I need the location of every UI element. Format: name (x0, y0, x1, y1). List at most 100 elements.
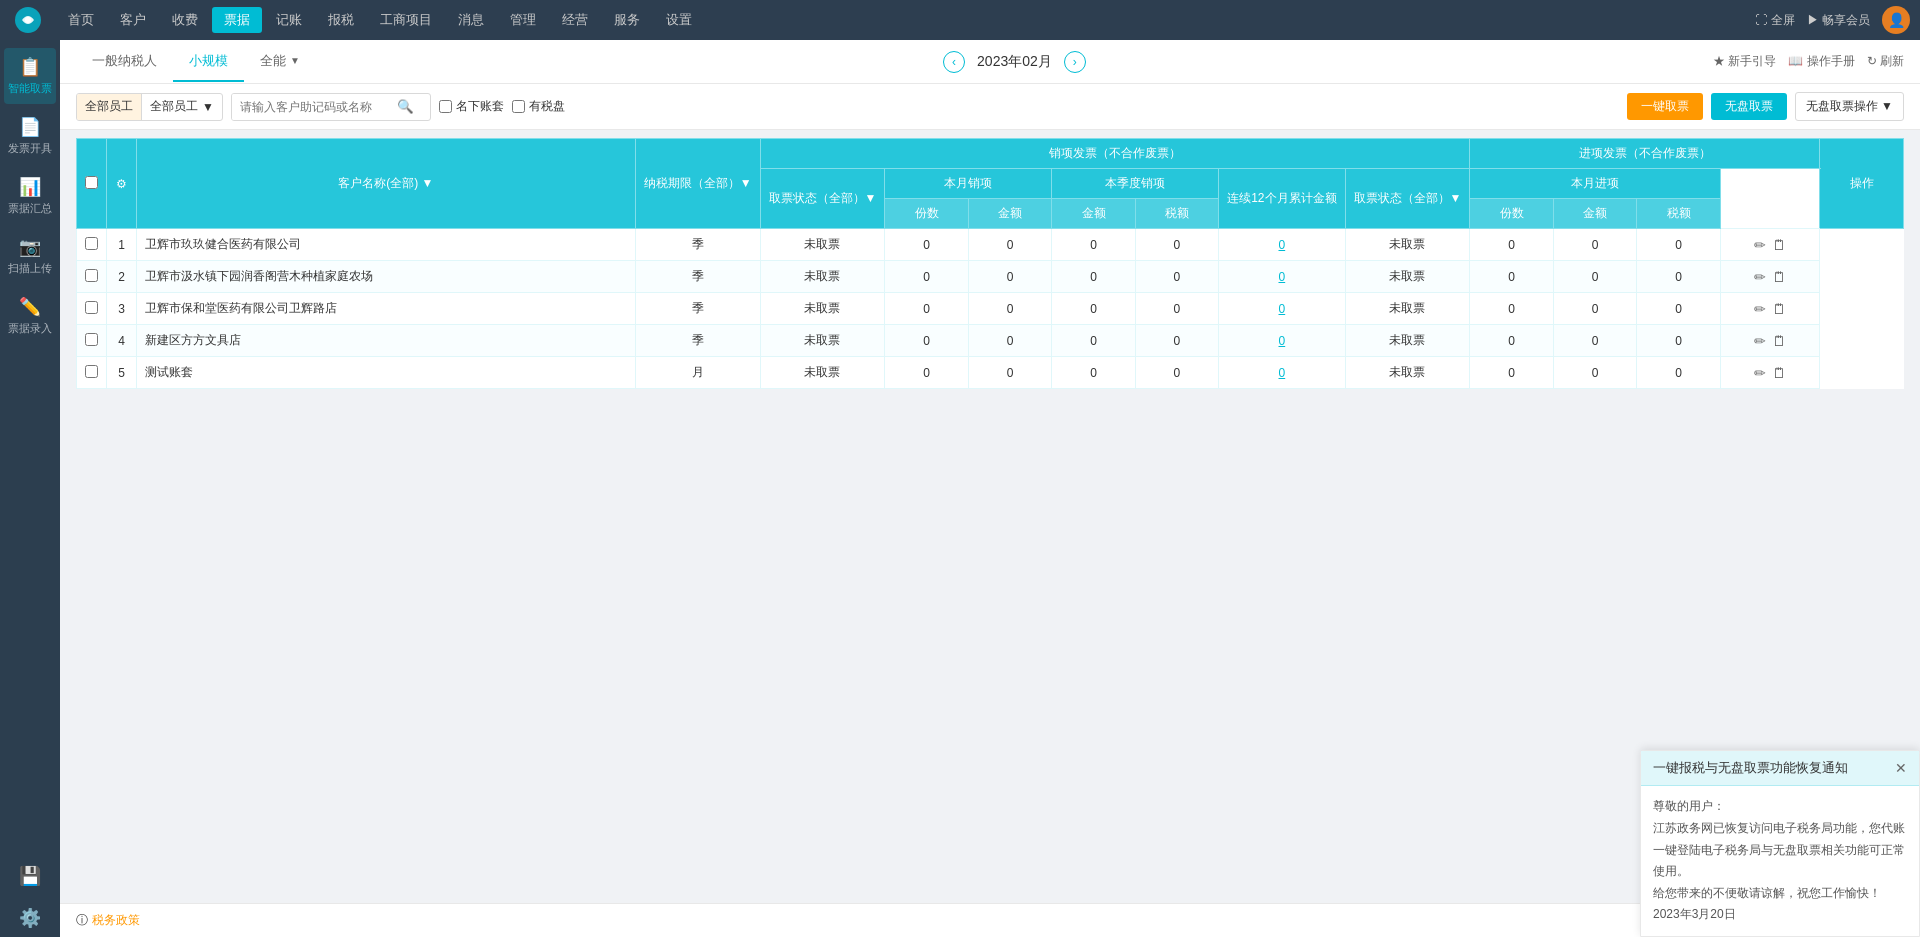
sub-nav-center: ‹ 2023年02月 › (316, 51, 1713, 73)
my-accounts-checkbox-label[interactable]: 名下账套 (439, 98, 504, 115)
nav-business[interactable]: 工商项目 (368, 7, 444, 33)
sidebar-item-scan-upload[interactable]: 📷 扫描上传 (4, 228, 56, 284)
col-purchase-month: 本月进项 (1470, 169, 1720, 199)
employee-select[interactable]: 全部员工 全部员工 ▼ (76, 93, 223, 121)
tax-disk-checkbox-label[interactable]: 有税盘 (512, 98, 565, 115)
nav-account[interactable]: 记账 (264, 7, 314, 33)
my-accounts-checkbox[interactable] (439, 100, 452, 113)
notification-close-btn[interactable]: ✕ (1895, 760, 1907, 776)
refresh-btn[interactable]: ↻ 刷新 (1867, 53, 1904, 70)
row-sales-status: 未取票 (760, 357, 885, 389)
detail-icon[interactable]: 🗒 (1772, 365, 1786, 381)
period-prev-btn[interactable]: ‹ (943, 51, 965, 73)
tax-disk-checkbox[interactable] (512, 100, 525, 113)
edit-icon[interactable]: ✏ (1754, 333, 1766, 349)
cumulative-link[interactable]: 0 (1279, 238, 1286, 252)
sidebar-item-label-invoice-open: 发票开具 (8, 141, 52, 156)
select-all-checkbox[interactable] (85, 176, 98, 189)
manual-btn[interactable]: 📖 操作手册 (1788, 53, 1854, 70)
new-guide-btn[interactable]: ★ 新手引导 (1713, 53, 1776, 70)
cumulative-link[interactable]: 0 (1279, 270, 1286, 284)
detail-icon[interactable]: 🗒 (1772, 301, 1786, 317)
sub-nav-right: ★ 新手引导 📖 操作手册 ↻ 刷新 (1713, 53, 1904, 70)
row-sales-status: 未取票 (760, 229, 885, 261)
detail-icon[interactable]: 🗒 (1772, 269, 1786, 285)
tab-small-scale[interactable]: 小规模 (173, 42, 244, 82)
one-click-ticket-btn[interactable]: 一键取票 (1627, 93, 1703, 120)
row-actions: ✏ 🗒 (1720, 357, 1820, 389)
nav-fee[interactable]: 收费 (160, 7, 210, 33)
period-label: 2023年02月 (977, 53, 1052, 71)
my-accounts-label: 名下账套 (456, 98, 504, 115)
row-customer-name: 卫辉市保和堂医药有限公司卫辉路店 (137, 293, 636, 325)
row-checkbox-cell (77, 325, 107, 357)
col-sales-month-amount: 金额 (968, 199, 1051, 229)
row-period: 月 (635, 357, 760, 389)
cumulative-link[interactable]: 0 (1279, 366, 1286, 380)
tab-all[interactable]: 全能 ▼ (244, 42, 316, 82)
sidebar-item-smart-ticket[interactable]: 📋 智能取票 (4, 48, 56, 104)
col-sales-quarter: 本季度销项 (1052, 169, 1219, 199)
member-btn[interactable]: ▶ 畅享会员 (1807, 12, 1870, 29)
diskless-more-btn[interactable]: 无盘取票操作 ▼ (1795, 92, 1904, 121)
nav-tax[interactable]: 报税 (316, 7, 366, 33)
row-customer-name: 测试账套 (137, 357, 636, 389)
detail-icon[interactable]: 🗒 (1772, 333, 1786, 349)
nav-message[interactable]: 消息 (446, 7, 496, 33)
row-sales-month-amount: 0 (968, 261, 1051, 293)
period-next-btn[interactable]: › (1064, 51, 1086, 73)
row-period: 季 (635, 293, 760, 325)
sidebar-item-label-invoice-summary: 票据汇总 (8, 201, 52, 216)
cumulative-link[interactable]: 0 (1279, 302, 1286, 316)
cumulative-link[interactable]: 0 (1279, 334, 1286, 348)
row-checkbox[interactable] (85, 365, 98, 378)
notification-header: 一键报税与无盘取票功能恢复通知 ✕ (1641, 751, 1919, 786)
sidebar-item-invoice-entry[interactable]: ✏️ 票据录入 (4, 288, 56, 344)
row-index: 4 (107, 325, 137, 357)
tax-disk-label: 有税盘 (529, 98, 565, 115)
diskless-ticket-btn[interactable]: 无盘取票 (1711, 93, 1787, 120)
nav-manage[interactable]: 管理 (498, 7, 548, 33)
row-checkbox[interactable] (85, 333, 98, 346)
tab-general-taxpayer[interactable]: 一般纳税人 (76, 42, 173, 82)
edit-icon[interactable]: ✏ (1754, 269, 1766, 285)
nav-service[interactable]: 服务 (602, 7, 652, 33)
nav-operation[interactable]: 经营 (550, 7, 600, 33)
settings-icon[interactable]: ⚙ (116, 177, 127, 191)
col-actions: 操作 (1820, 139, 1904, 229)
row-checkbox-cell (77, 357, 107, 389)
row-purchase-month-tax: 0 (1637, 325, 1720, 357)
period-nav: ‹ 2023年02月 › (943, 51, 1086, 73)
sidebar-item-download[interactable]: 💾 (4, 857, 56, 895)
row-purchase-month-amount: 0 (1553, 325, 1636, 357)
sidebar-item-config[interactable]: ⚙️ (4, 899, 56, 937)
row-sales-quarter-amount: 0 (1052, 261, 1135, 293)
nav-home[interactable]: 首页 (56, 7, 106, 33)
fullscreen-btn[interactable]: ⛶ 全屏 (1755, 12, 1794, 29)
search-input[interactable] (232, 94, 392, 120)
sidebar-item-invoice-open[interactable]: 📄 发票开具 (4, 108, 56, 164)
top-nav-right: ⛶ 全屏 ▶ 畅享会员 👤 (1755, 6, 1910, 34)
detail-icon[interactable]: 🗒 (1772, 237, 1786, 253)
row-checkbox[interactable] (85, 301, 98, 314)
edit-icon[interactable]: ✏ (1754, 365, 1766, 381)
col-group-purchase: 进项发票（不合作废票） (1470, 139, 1820, 169)
row-checkbox[interactable] (85, 237, 98, 250)
avatar[interactable]: 👤 (1882, 6, 1910, 34)
notification-title: 一键报税与无盘取票功能恢复通知 (1653, 759, 1848, 777)
employee-select-value[interactable]: 全部员工 ▼ (142, 94, 222, 120)
col-sales-month-count: 份数 (885, 199, 968, 229)
nav-settings[interactable]: 设置 (654, 7, 704, 33)
row-checkbox[interactable] (85, 269, 98, 282)
tax-policy-link[interactable]: 税务政策 (92, 912, 140, 929)
edit-icon[interactable]: ✏ (1754, 301, 1766, 317)
sidebar-item-invoice-summary[interactable]: 📊 票据汇总 (4, 168, 56, 224)
row-purchase-month-count: 0 (1470, 261, 1553, 293)
edit-icon[interactable]: ✏ (1754, 237, 1766, 253)
row-actions: ✏ 🗒 (1720, 261, 1820, 293)
table-body: 1 卫辉市玖玖健合医药有限公司 季 未取票 0 0 0 0 0 未取票 0 0 … (77, 229, 1904, 389)
row-purchase-month-amount: 0 (1553, 293, 1636, 325)
nav-invoice[interactable]: 票据 (212, 7, 262, 33)
nav-customer[interactable]: 客户 (108, 7, 158, 33)
search-button[interactable]: 🔍 (392, 94, 420, 120)
